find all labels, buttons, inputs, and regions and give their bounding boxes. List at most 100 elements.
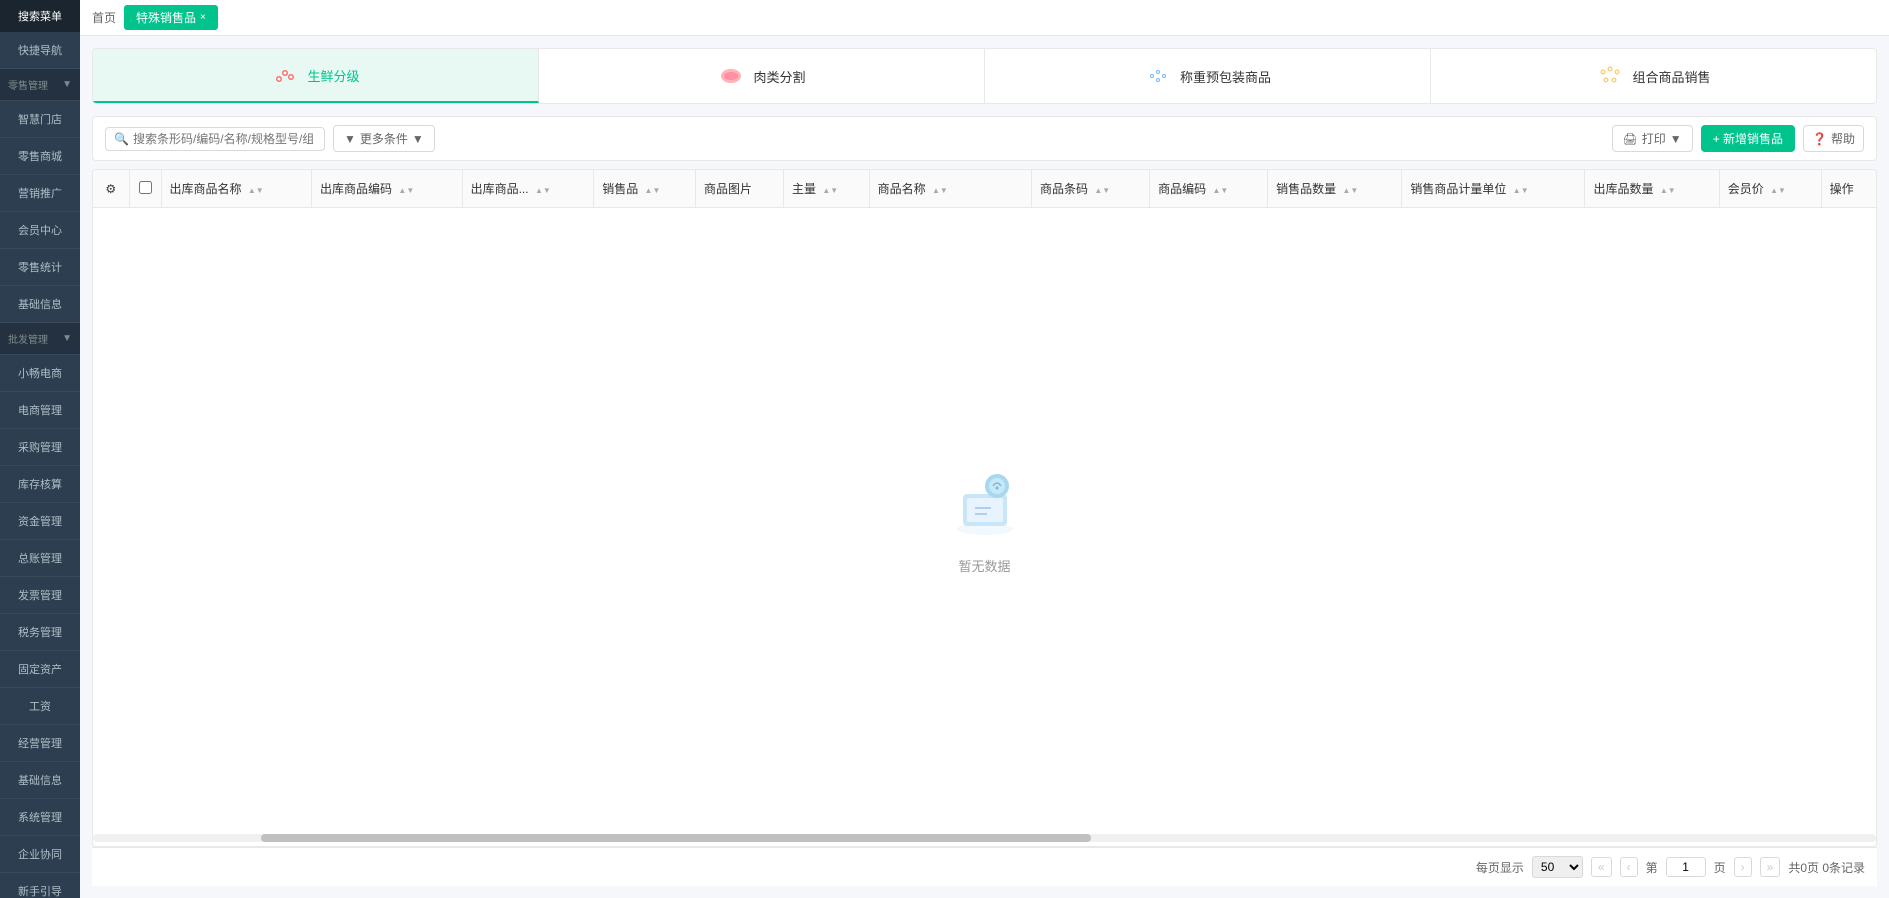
- main-content: 首页 特殊销售品 × 生鲜分级: [80, 0, 1889, 898]
- col-checkbox[interactable]: [129, 170, 161, 208]
- sidebar-item-smart-store[interactable]: 智慧门店: [0, 101, 80, 138]
- sidebar-item-ops-mgmt[interactable]: 经营管理: [0, 725, 80, 762]
- sidebar-item-purchase-mgmt[interactable]: 采购管理: [0, 429, 80, 466]
- add-product-button[interactable]: + 新增销售品: [1701, 125, 1795, 152]
- tab-meat-cut[interactable]: 肉类分割: [539, 49, 985, 103]
- sort-icon: ▲▼: [1212, 186, 1228, 195]
- per-page-label: 每页显示: [1476, 859, 1524, 876]
- tab-combo-sales[interactable]: 组合商品销售: [1431, 49, 1876, 103]
- search-icon: 🔍: [114, 132, 129, 146]
- sidebar-item-basic-info2[interactable]: 基础信息: [0, 762, 80, 799]
- sort-icon: ▲▼: [398, 186, 414, 195]
- combo-sales-icon: [1596, 62, 1624, 90]
- col-sales-product[interactable]: 销售品 ▲▼: [594, 170, 696, 208]
- help-icon: ❓: [1812, 132, 1827, 146]
- topbar: 首页 特殊销售品 ×: [80, 0, 1889, 36]
- print-icon: 🖨: [1623, 132, 1638, 146]
- col-out-product-code[interactable]: 出库商品编码 ▲▼: [312, 170, 463, 208]
- topbar-home[interactable]: 首页: [92, 9, 116, 26]
- col-weight[interactable]: 主量 ▲▼: [784, 170, 870, 208]
- filter-icon: ▼: [344, 132, 356, 146]
- pagination: 每页显示 50 10 20 100 « ‹ 第 页 › » 共0页 0条记录: [92, 847, 1877, 886]
- col-out-product-name[interactable]: 出库商品名称 ▲▼: [161, 170, 312, 208]
- toolbar-left: 🔍 ▼ 更多条件 ▼: [105, 125, 435, 152]
- col-sales-unit[interactable]: 销售商品计量单位 ▲▼: [1402, 170, 1585, 208]
- sidebar-logo-text: 搜索菜单: [18, 8, 62, 24]
- col-product-name[interactable]: 商品名称 ▲▼: [869, 170, 1031, 208]
- sidebar-item-inventory[interactable]: 库存核算: [0, 466, 80, 503]
- col-action: 操作: [1821, 170, 1876, 208]
- col-barcode[interactable]: 商品条码 ▲▼: [1032, 170, 1150, 208]
- page-suffix: 页: [1714, 859, 1726, 876]
- sidebar-item-ecom-mgmt[interactable]: 电商管理: [0, 392, 80, 429]
- sidebar-item-sales-promo[interactable]: 营销推广: [0, 175, 80, 212]
- col-out-qty[interactable]: 出库品数量 ▲▼: [1585, 170, 1719, 208]
- chevron-down-icon: ▼: [62, 79, 72, 90]
- tab-weight-pack[interactable]: 称重预包装商品: [985, 49, 1431, 103]
- tab-fresh-grade[interactable]: 生鲜分级: [93, 49, 539, 103]
- search-box[interactable]: 🔍: [105, 127, 325, 151]
- scrollbar-thumb[interactable]: [261, 834, 1091, 842]
- empty-text: 暂无数据: [958, 556, 1010, 575]
- sort-icon: ▲▼: [1342, 186, 1358, 195]
- print-button[interactable]: 🖨 打印 ▼: [1612, 125, 1693, 152]
- toolbar-right: 🖨 打印 ▼ + 新增销售品 ❓ 帮助: [1612, 125, 1864, 152]
- select-all-checkbox[interactable]: [139, 181, 152, 194]
- first-page-button[interactable]: «: [1591, 857, 1612, 877]
- total-label: 共0页 0条记录: [1788, 859, 1865, 876]
- tab-fresh-grade-label: 生鲜分级: [307, 66, 359, 85]
- sidebar-item-enterprise[interactable]: 企业协同: [0, 836, 80, 873]
- col-member-price[interactable]: 会员价 ▲▼: [1719, 170, 1821, 208]
- page-label: 第: [1646, 859, 1658, 876]
- col-setting[interactable]: ⚙: [93, 170, 129, 208]
- data-table-container: ⚙ 出库商品名称 ▲▼ 出库商品编码 ▲▼: [92, 169, 1877, 847]
- sidebar-item-retail-mgmt[interactable]: 零售管理 ▼: [0, 69, 80, 101]
- sidebar-item-mini-ecom[interactable]: 小畅电商: [0, 355, 80, 392]
- col-product-image[interactable]: 商品图片: [696, 170, 784, 208]
- help-button[interactable]: ❓ 帮助: [1803, 125, 1864, 152]
- sort-icon: ▲▼: [932, 186, 948, 195]
- meat-cut-icon: [717, 62, 745, 90]
- col-sales-qty[interactable]: 销售品数量 ▲▼: [1268, 170, 1402, 208]
- filter-button[interactable]: ▼ 更多条件 ▼: [333, 125, 435, 152]
- horizontal-scrollbar[interactable]: [93, 834, 1876, 842]
- sidebar-item-retail-stats[interactable]: 零售统计: [0, 249, 80, 286]
- per-page-select[interactable]: 50 10 20 100: [1532, 856, 1583, 878]
- tab-row: 生鲜分级 肉类分割: [92, 48, 1877, 104]
- tab-meat-cut-label: 肉类分割: [753, 67, 805, 86]
- sidebar-item-invoice-mgmt[interactable]: 发票管理: [0, 577, 80, 614]
- close-icon[interactable]: ×: [200, 12, 206, 23]
- next-page-button[interactable]: ›: [1734, 857, 1752, 877]
- topbar-active-tab[interactable]: 特殊销售品 ×: [124, 5, 218, 30]
- data-table: ⚙ 出库商品名称 ▲▼ 出库商品编码 ▲▼: [93, 170, 1876, 208]
- sidebar-item-finance[interactable]: 资金管理: [0, 503, 80, 540]
- fresh-grade-icon: [271, 61, 299, 89]
- toolbar: 🔍 ▼ 更多条件 ▼ 🖨 打印 ▼ + 新增销售品: [92, 116, 1877, 161]
- print-label: 打印: [1642, 130, 1666, 147]
- last-page-button[interactable]: »: [1760, 857, 1781, 877]
- sidebar-item-payroll[interactable]: 工资: [0, 688, 80, 725]
- page-input[interactable]: [1666, 857, 1706, 877]
- sidebar-item-general-ledger[interactable]: 总账管理: [0, 540, 80, 577]
- sort-icon: ▲▼: [535, 186, 551, 195]
- sidebar-item-fixed-assets[interactable]: 固定资产: [0, 651, 80, 688]
- prev-page-button[interactable]: ‹: [1620, 857, 1638, 877]
- sidebar-item-wholesale-mgmt[interactable]: 批发管理 ▼: [0, 323, 80, 355]
- sidebar-item-sys-mgmt[interactable]: 系统管理: [0, 799, 80, 836]
- sort-icon: ▲▼: [645, 186, 661, 195]
- col-product-code[interactable]: 商品编码 ▲▼: [1150, 170, 1268, 208]
- sidebar-item-retail-mall[interactable]: 零售商城: [0, 138, 80, 175]
- sidebar-item-tax-mgmt[interactable]: 税务管理: [0, 614, 80, 651]
- sort-icon: ▲▼: [1513, 186, 1529, 195]
- chevron-down-icon: ▼: [412, 132, 424, 146]
- topbar-tab-label: 特殊销售品: [136, 9, 196, 26]
- sort-icon: ▲▼: [248, 186, 264, 195]
- sidebar-item-quick-nav[interactable]: 快捷导航: [0, 32, 80, 69]
- col-out-product-spec[interactable]: 出库商品... ▲▼: [462, 170, 594, 208]
- chevron-down-icon: ▼: [1670, 132, 1682, 146]
- sidebar-item-member-center[interactable]: 会员中心: [0, 212, 80, 249]
- sidebar-item-new-guide[interactable]: 新手引导: [0, 873, 80, 898]
- search-input[interactable]: [133, 132, 313, 146]
- sort-icon: ▲▼: [1660, 186, 1676, 195]
- sidebar-item-basic-info[interactable]: 基础信息: [0, 286, 80, 323]
